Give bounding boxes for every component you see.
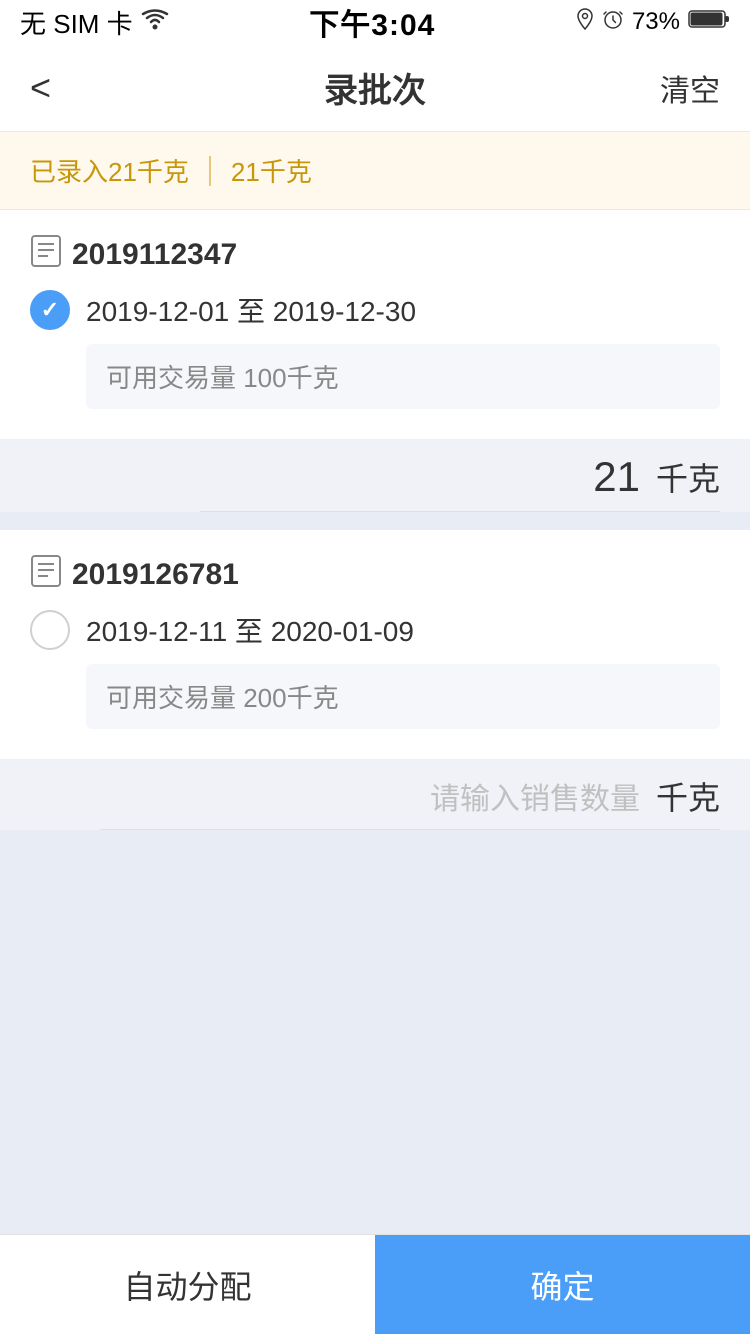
wifi-icon [141, 8, 169, 36]
status-left: 无 SIM 卡 [20, 4, 169, 41]
confirm-button[interactable]: 确定 [375, 1235, 750, 1334]
battery-percent: 73% [632, 8, 680, 36]
back-button[interactable]: < [30, 67, 90, 109]
banner-divider [209, 156, 211, 186]
sim-status: 无 SIM 卡 [20, 4, 133, 41]
avail-qty-text-2: 可用交易量 200千克 [106, 683, 339, 713]
nav-bar: < 录批次 清空 [0, 44, 750, 132]
qty-placeholder-2[interactable]: 请输入销售数量 [430, 774, 640, 818]
qty-input-row-2: 请输入销售数量 千克 [0, 759, 750, 829]
avail-qty-text-1: 可用交易量 100千克 [106, 363, 339, 393]
status-right: 73% [576, 8, 730, 37]
page-title: 录批次 [324, 63, 426, 112]
qty-unit-1: 千克 [656, 454, 720, 500]
date-range-1: 2019-12-01 至 2019-12-30 [86, 290, 416, 330]
bottom-bar: 自动分配 确定 [0, 1234, 750, 1334]
radio-batch-2[interactable] [30, 610, 70, 650]
auto-distribute-button[interactable]: 自动分配 [0, 1235, 375, 1334]
doc-icon-2 [30, 554, 62, 596]
alarm-icon [602, 8, 624, 37]
batch-row-2[interactable]: 2019-12-11 至 2020-01-09 [30, 610, 720, 650]
avail-qty-box-2: 可用交易量 200千克 [86, 664, 720, 729]
status-bar: 无 SIM 卡 下午3:04 73% [0, 0, 750, 44]
section-divider [0, 512, 750, 530]
qty-input-row-1: 21 千克 [0, 439, 750, 511]
battery-icon [688, 8, 730, 37]
total-qty-label: 21千克 [231, 152, 312, 189]
date-range-2: 2019-12-11 至 2020-01-09 [86, 610, 414, 650]
batch-id-1: 2019112347 [30, 234, 720, 276]
status-time: 下午3:04 [309, 0, 435, 44]
recorded-qty-label: 已录入21千克 [30, 152, 189, 189]
batch-row-1[interactable]: 2019-12-01 至 2019-12-30 [30, 290, 720, 330]
doc-icon-1 [30, 234, 62, 276]
clear-button[interactable]: 清空 [660, 66, 720, 110]
radio-batch-1[interactable] [30, 290, 70, 330]
avail-qty-box-1: 可用交易量 100千克 [86, 344, 720, 409]
location-icon [576, 8, 594, 37]
info-banner: 已录入21千克 21千克 [0, 132, 750, 210]
batch-item-2: 2019126781 2019-12-11 至 2020-01-09 可用交易量… [0, 530, 750, 759]
batch-id-2: 2019126781 [30, 554, 720, 596]
qty-unit-2: 千克 [656, 773, 720, 819]
qty-value-1[interactable]: 21 [593, 453, 640, 501]
batch-item-1: 2019112347 2019-12-01 至 2019-12-30 可用交易量… [0, 210, 750, 439]
gray-area [0, 830, 750, 1280]
